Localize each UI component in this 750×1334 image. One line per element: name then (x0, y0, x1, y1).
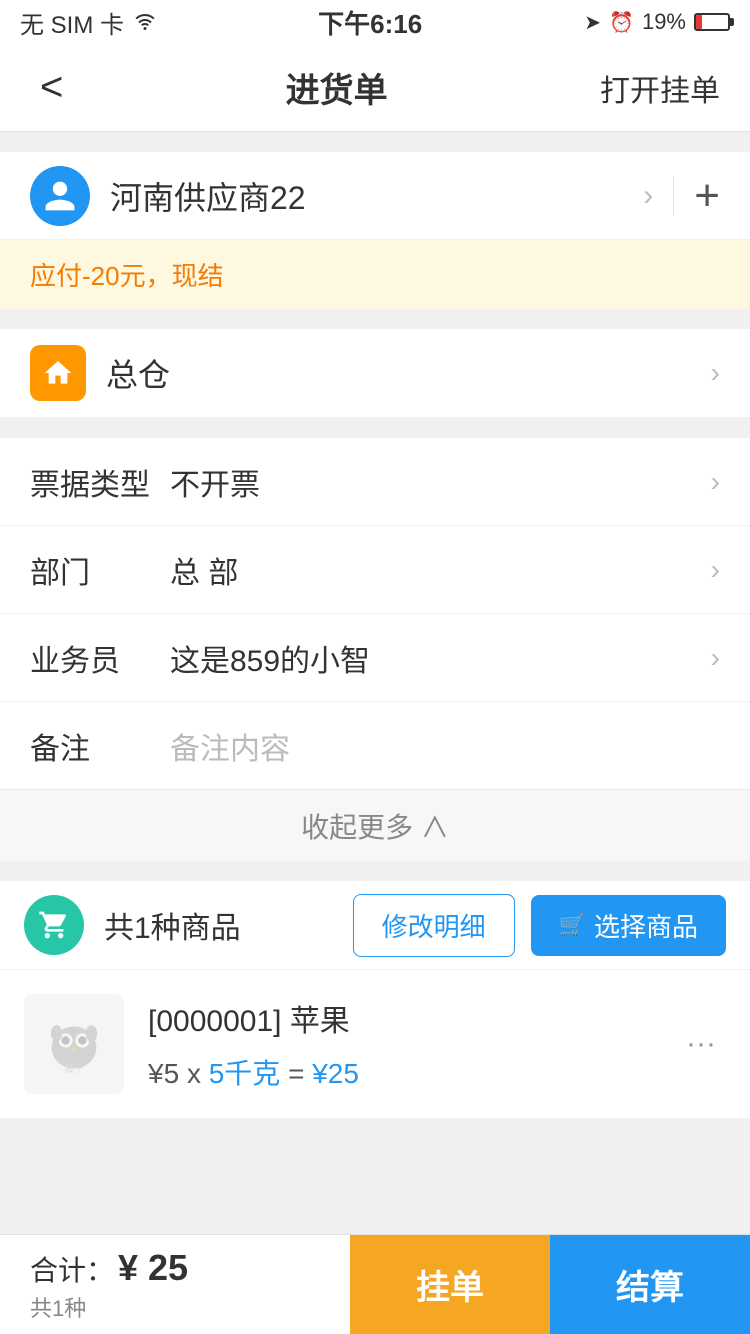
total-label: 合计： (30, 1249, 114, 1289)
product-more-button[interactable]: ··· (676, 1017, 726, 1071)
alarm-icon: ⏰ (609, 10, 634, 35)
owl-logo: 晨十 (39, 1009, 109, 1079)
dept-chevron-icon: › (711, 554, 720, 586)
edit-detail-button[interactable]: 修改明细 (353, 894, 515, 957)
warehouse-name: 总仓 (106, 350, 711, 396)
products-section: 共1种商品 修改明细 🛒 选择商品 晨十 [0000001] (0, 881, 750, 1118)
warehouse-section: 总仓 › (0, 329, 750, 417)
section-gap-4 (0, 861, 750, 881)
supplier-divider (673, 176, 674, 216)
form-section: 票据类型 不开票 › 部门 总 部 › 业务员 这是859的小智 › 备注 备注… (0, 437, 750, 789)
supplier-row[interactable]: 河南供应商22 › + (0, 152, 750, 240)
user-icon (42, 178, 78, 214)
hang-button[interactable]: 挂单 (350, 1235, 550, 1334)
battery-icon (694, 13, 730, 31)
page-title: 进货单 (286, 63, 388, 112)
location-icon: ➤ (584, 10, 601, 35)
back-button[interactable]: < (30, 55, 73, 120)
warehouse-chevron-icon: › (711, 357, 720, 389)
invoice-chevron-icon: › (711, 466, 720, 498)
product-price-detail: ¥5 x 5千克 = ¥25 (148, 1052, 676, 1092)
status-time: 下午6:16 (318, 4, 422, 41)
status-carrier: 无 SIM 卡 (20, 5, 156, 40)
supplier-chevron-icon: › (643, 179, 653, 213)
section-gap-3 (0, 417, 750, 437)
section-gap-2 (0, 309, 750, 329)
supplier-add-button[interactable]: + (694, 174, 720, 218)
dept-label: 部门 (30, 548, 170, 592)
checkout-button[interactable]: 结算 (550, 1235, 750, 1334)
wifi-icon (134, 14, 156, 30)
remark-row[interactable]: 备注 备注内容 (0, 701, 750, 789)
dept-row[interactable]: 部门 总 部 › (0, 525, 750, 613)
supplier-notice: 应付-20元，现结 (0, 240, 750, 309)
select-product-button[interactable]: 🛒 选择商品 (531, 895, 726, 956)
section-gap-1 (0, 132, 750, 152)
select-product-icon: 🛒 (559, 912, 586, 938)
sales-chevron-icon: › (711, 642, 720, 674)
home-icon (42, 357, 74, 389)
product-info: [0000001] 苹果 ¥5 x 5千克 = ¥25 (148, 996, 676, 1092)
warehouse-row[interactable]: 总仓 › (0, 329, 750, 417)
warehouse-icon (30, 345, 86, 401)
status-bar: 无 SIM 卡 下午6:16 ➤ ⏰ 19% (0, 0, 750, 44)
collapse-label: 收起更多 ∧ (301, 806, 449, 846)
invoice-label: 票据类型 (30, 460, 170, 504)
total-count: 共1种 (30, 1291, 350, 1323)
supplier-name: 河南供应商22 (110, 173, 643, 219)
bottom-spacer (0, 1118, 750, 1218)
supplier-section: 河南供应商22 › + 应付-20元，现结 (0, 152, 750, 309)
total-amount: ¥ 25 (118, 1247, 188, 1289)
open-hang-button[interactable]: 打开挂单 (600, 66, 720, 110)
bottom-total: 合计： ¥ 25 共1种 (0, 1235, 350, 1334)
sales-label: 业务员 (30, 636, 170, 680)
products-header: 共1种商品 修改明细 🛒 选择商品 (0, 881, 750, 969)
collapse-row[interactable]: 收起更多 ∧ (0, 789, 750, 861)
bottom-bar: 合计： ¥ 25 共1种 挂单 结算 (0, 1234, 750, 1334)
status-right: ➤ ⏰ 19% (584, 9, 730, 35)
product-item: 晨十 [0000001] 苹果 ¥5 x 5千克 = ¥25 ··· (0, 969, 750, 1118)
product-thumbnail: 晨十 (24, 994, 124, 1094)
supplier-avatar (30, 166, 90, 226)
remark-input[interactable]: 备注内容 (170, 724, 720, 768)
cart-icon (38, 909, 70, 941)
invoice-row[interactable]: 票据类型 不开票 › (0, 437, 750, 525)
products-count: 共1种商品 (104, 903, 353, 947)
product-name: [0000001] 苹果 (148, 996, 676, 1040)
battery-percent: 19% (642, 9, 686, 35)
nav-bar: < 进货单 打开挂单 (0, 44, 750, 132)
svg-text:晨十: 晨十 (64, 1062, 84, 1075)
products-icon (24, 895, 84, 955)
remark-label: 备注 (30, 724, 170, 768)
sales-value: 这是859的小智 (170, 636, 711, 680)
sales-row[interactable]: 业务员 这是859的小智 › (0, 613, 750, 701)
invoice-value: 不开票 (170, 460, 711, 504)
dept-value: 总 部 (170, 548, 711, 592)
